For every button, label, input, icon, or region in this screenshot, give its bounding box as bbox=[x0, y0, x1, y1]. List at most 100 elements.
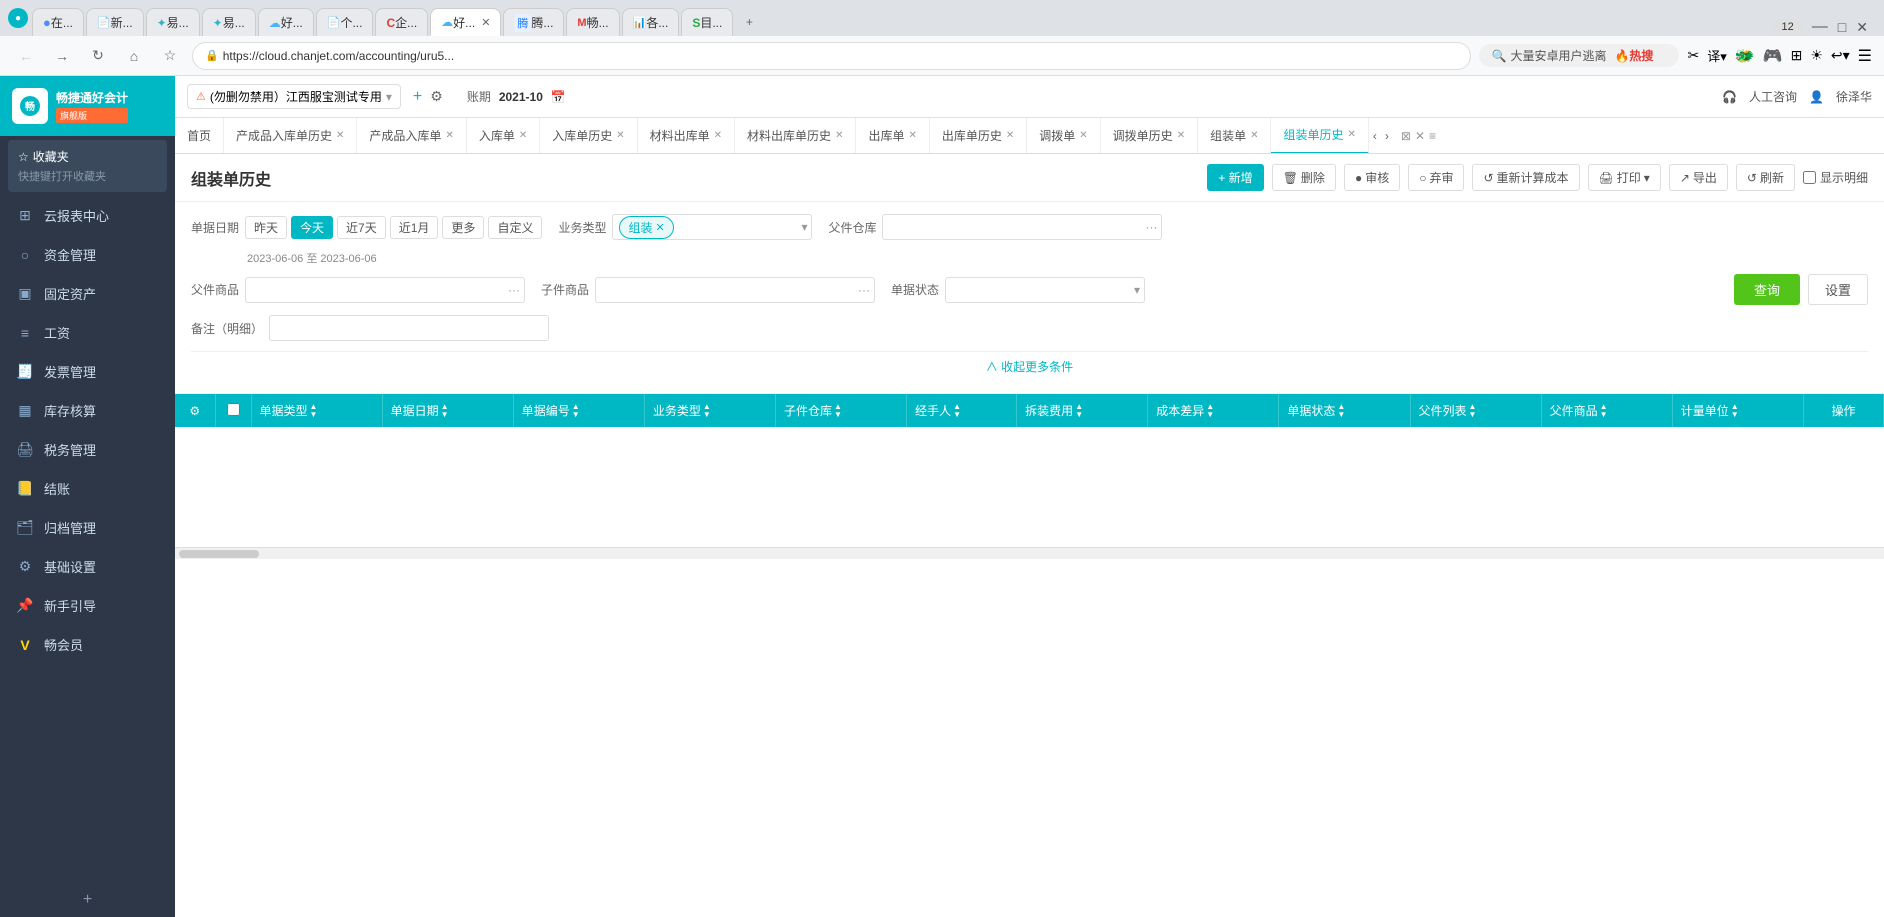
nav-tab-out-close[interactable]: ✕ bbox=[908, 130, 916, 141]
print-button[interactable]: 🖨 打印 ▾ bbox=[1588, 164, 1661, 191]
brightness-icon[interactable]: ☀ bbox=[1810, 47, 1823, 64]
nav-tab-material-out-history-close[interactable]: ✕ bbox=[835, 130, 843, 141]
scroll-thumb[interactable] bbox=[179, 550, 259, 558]
parent-goods-select[interactable]: ··· bbox=[245, 277, 525, 303]
order-type-sort[interactable]: 单据类型 ▲▼ bbox=[260, 402, 318, 419]
unit-sort[interactable]: 计量单位 ▲▼ bbox=[1681, 402, 1739, 419]
sidebar-item-settle[interactable]: 📒 结账 bbox=[0, 469, 175, 508]
tab-1[interactable]: ● 在... bbox=[32, 8, 84, 36]
col-order-type[interactable]: 单据类型 ▲▼ bbox=[251, 394, 382, 427]
cost-diff-sort[interactable]: 成本差异 ▲▼ bbox=[1156, 402, 1214, 419]
game-icon[interactable]: 🎮 bbox=[1763, 46, 1783, 66]
col-settings[interactable]: ⚙ bbox=[175, 394, 215, 427]
handler-sort[interactable]: 经手人 ▲▼ bbox=[915, 402, 961, 419]
order-no-sort[interactable]: 单据编号 ▲▼ bbox=[522, 402, 580, 419]
nav-tab-out-history[interactable]: 出库单历史 ✕ bbox=[930, 118, 1027, 154]
tab-11[interactable]: 📊 各... bbox=[622, 8, 680, 36]
parent-list-sort[interactable]: 父件列表 ▲▼ bbox=[1419, 402, 1477, 419]
nav-tab-out[interactable]: 出库单 ✕ bbox=[856, 118, 929, 154]
nav-tab-home[interactable]: 首页 bbox=[175, 118, 224, 154]
nav-tab-out-history-close[interactable]: ✕ bbox=[1006, 130, 1014, 141]
nav-tab-material-out-history[interactable]: 材料出库单历史 ✕ bbox=[735, 118, 856, 154]
child-goods-select[interactable]: ··· bbox=[595, 277, 875, 303]
child-goods-more-icon[interactable]: ··· bbox=[854, 283, 874, 297]
notes-input[interactable] bbox=[269, 315, 549, 341]
col-parent-goods[interactable]: 父件商品 ▲▼ bbox=[1541, 394, 1672, 427]
export-button[interactable]: ↗ 导出 bbox=[1669, 164, 1728, 191]
nav-tab-assembly-history-close[interactable]: ✕ bbox=[1348, 129, 1356, 140]
nav-close-all-icon[interactable]: ✕ bbox=[1415, 129, 1425, 143]
nav-tab-in-history[interactable]: 入库单历史 ✕ bbox=[540, 118, 637, 154]
biz-type-sort[interactable]: 业务类型 ▲▼ bbox=[653, 402, 711, 419]
maximize-button[interactable]: □ bbox=[1838, 19, 1846, 35]
grid-icon[interactable]: ⊞ bbox=[1791, 47, 1803, 64]
add-company-icon[interactable]: + bbox=[413, 88, 422, 106]
collapse-bar[interactable]: ∧ 收起更多条件 bbox=[191, 351, 1868, 381]
nav-tab-assembly-history[interactable]: 组装单历史 ✕ bbox=[1271, 118, 1368, 154]
tab-8[interactable]: ☁ 好... ✕ bbox=[430, 8, 501, 36]
scissors-icon[interactable]: ✂ bbox=[1687, 47, 1699, 64]
nav-tab-tiaopo-history[interactable]: 调拨单历史 ✕ bbox=[1101, 118, 1198, 154]
approve-button[interactable]: ● 审核 bbox=[1344, 164, 1400, 191]
sidebar-item-fund[interactable]: ○ 资金管理 bbox=[0, 235, 175, 274]
abandon-button[interactable]: ○ 弃审 bbox=[1408, 164, 1464, 191]
date-more-btn[interactable]: 更多 bbox=[442, 216, 484, 239]
sidebar-item-payroll[interactable]: ≡ 工资 bbox=[0, 313, 175, 352]
menu-icon[interactable]: ☰ bbox=[1858, 46, 1872, 66]
col-handler[interactable]: 经手人 ▲▼ bbox=[907, 394, 1017, 427]
tab-6[interactable]: 📄 个... bbox=[316, 8, 374, 36]
settings-filter-button[interactable]: 设置 bbox=[1808, 274, 1868, 305]
tab-3[interactable]: ✦ 易... bbox=[146, 8, 200, 36]
sidebar-item-inventory[interactable]: ▦ 库存核算 bbox=[0, 391, 175, 430]
col-order-status[interactable]: 单据状态 ▲▼ bbox=[1279, 394, 1410, 427]
child-warehouse-sort[interactable]: 子件仓库 ▲▼ bbox=[784, 402, 842, 419]
query-button[interactable]: 查询 bbox=[1734, 274, 1800, 305]
new-tab-button[interactable]: + bbox=[735, 8, 763, 36]
close-button[interactable]: ✕ bbox=[1856, 19, 1868, 36]
nav-tab-material-out-close[interactable]: ✕ bbox=[714, 130, 722, 141]
col-unit[interactable]: 计量单位 ▲▼ bbox=[1672, 394, 1803, 427]
sidebar-item-basic[interactable]: ⚙ 基础设置 bbox=[0, 547, 175, 586]
tab-7[interactable]: C 企... bbox=[375, 8, 428, 36]
username-label[interactable]: 徐泽华 bbox=[1836, 88, 1872, 105]
horizontal-scrollbar[interactable] bbox=[175, 547, 1884, 559]
date-custom-btn[interactable]: 自定义 bbox=[488, 216, 542, 239]
nav-tab-tiaopo-history-close[interactable]: ✕ bbox=[1177, 130, 1185, 141]
col-order-date[interactable]: 单据日期 ▲▼ bbox=[382, 394, 513, 427]
parent-warehouse-select[interactable]: ··· bbox=[882, 214, 1162, 240]
col-parent-list[interactable]: 父件列表 ▲▼ bbox=[1410, 394, 1541, 427]
forward-button[interactable]: → bbox=[48, 42, 76, 70]
address-bar[interactable]: 🔒 https://cloud.chanjet.com/accounting/u… bbox=[192, 42, 1471, 70]
col-child-warehouse[interactable]: 子件仓库 ▲▼ bbox=[775, 394, 906, 427]
undo-icon[interactable]: ↩▾ bbox=[1831, 47, 1850, 64]
minimize-button[interactable]: — bbox=[1812, 18, 1828, 36]
parent-goods-sort[interactable]: 父件商品 ▲▼ bbox=[1550, 402, 1608, 419]
col-checkbox[interactable] bbox=[215, 394, 251, 427]
nav-pin-icon[interactable]: ⊠ bbox=[1401, 129, 1411, 143]
date-yesterday-btn[interactable]: 昨天 bbox=[245, 216, 287, 239]
calendar-icon[interactable]: 📅 bbox=[551, 90, 566, 104]
nav-right-arrow-icon[interactable]: › bbox=[1385, 129, 1389, 143]
user-service-label[interactable]: 人工咨询 bbox=[1749, 88, 1797, 105]
nav-tab-prod-in-history[interactable]: 产成品入库单历史 ✕ bbox=[224, 118, 357, 154]
tab-2[interactable]: 📄 新... bbox=[86, 8, 144, 36]
date-7days-btn[interactable]: 近7天 bbox=[337, 216, 386, 239]
col-cost-diff[interactable]: 成本差异 ▲▼ bbox=[1148, 394, 1279, 427]
nav-tab-tiaopo-close[interactable]: ✕ bbox=[1079, 130, 1087, 141]
sidebar-item-cloud-report[interactable]: ⊞ 云报表中心 bbox=[0, 196, 175, 235]
date-today-btn[interactable]: 今天 bbox=[291, 216, 333, 239]
tab-5[interactable]: ☁ 好... bbox=[258, 8, 314, 36]
nav-scroll-left[interactable]: ‹ bbox=[1369, 129, 1381, 143]
search-bar[interactable]: 🔍 大量安卓用户逃离 🔥热搜 bbox=[1479, 44, 1679, 67]
tab-4[interactable]: ✦ 易... bbox=[202, 8, 256, 36]
select-all-checkbox[interactable] bbox=[227, 403, 240, 416]
back-button[interactable]: ← bbox=[12, 42, 40, 70]
sidebar-item-fixed-assets[interactable]: ▣ 固定资产 bbox=[0, 274, 175, 313]
nav-tab-prod-in-history-close[interactable]: ✕ bbox=[336, 130, 344, 141]
nav-tab-in-history-close[interactable]: ✕ bbox=[616, 130, 624, 141]
sidebar-item-invoice[interactable]: 🧾 发票管理 bbox=[0, 352, 175, 391]
order-date-sort[interactable]: 单据日期 ▲▼ bbox=[391, 402, 449, 419]
add-module-icon[interactable]: + bbox=[83, 891, 92, 908]
order-status-sort[interactable]: 单据状态 ▲▼ bbox=[1287, 402, 1345, 419]
tab-12[interactable]: S 目... bbox=[681, 8, 733, 36]
